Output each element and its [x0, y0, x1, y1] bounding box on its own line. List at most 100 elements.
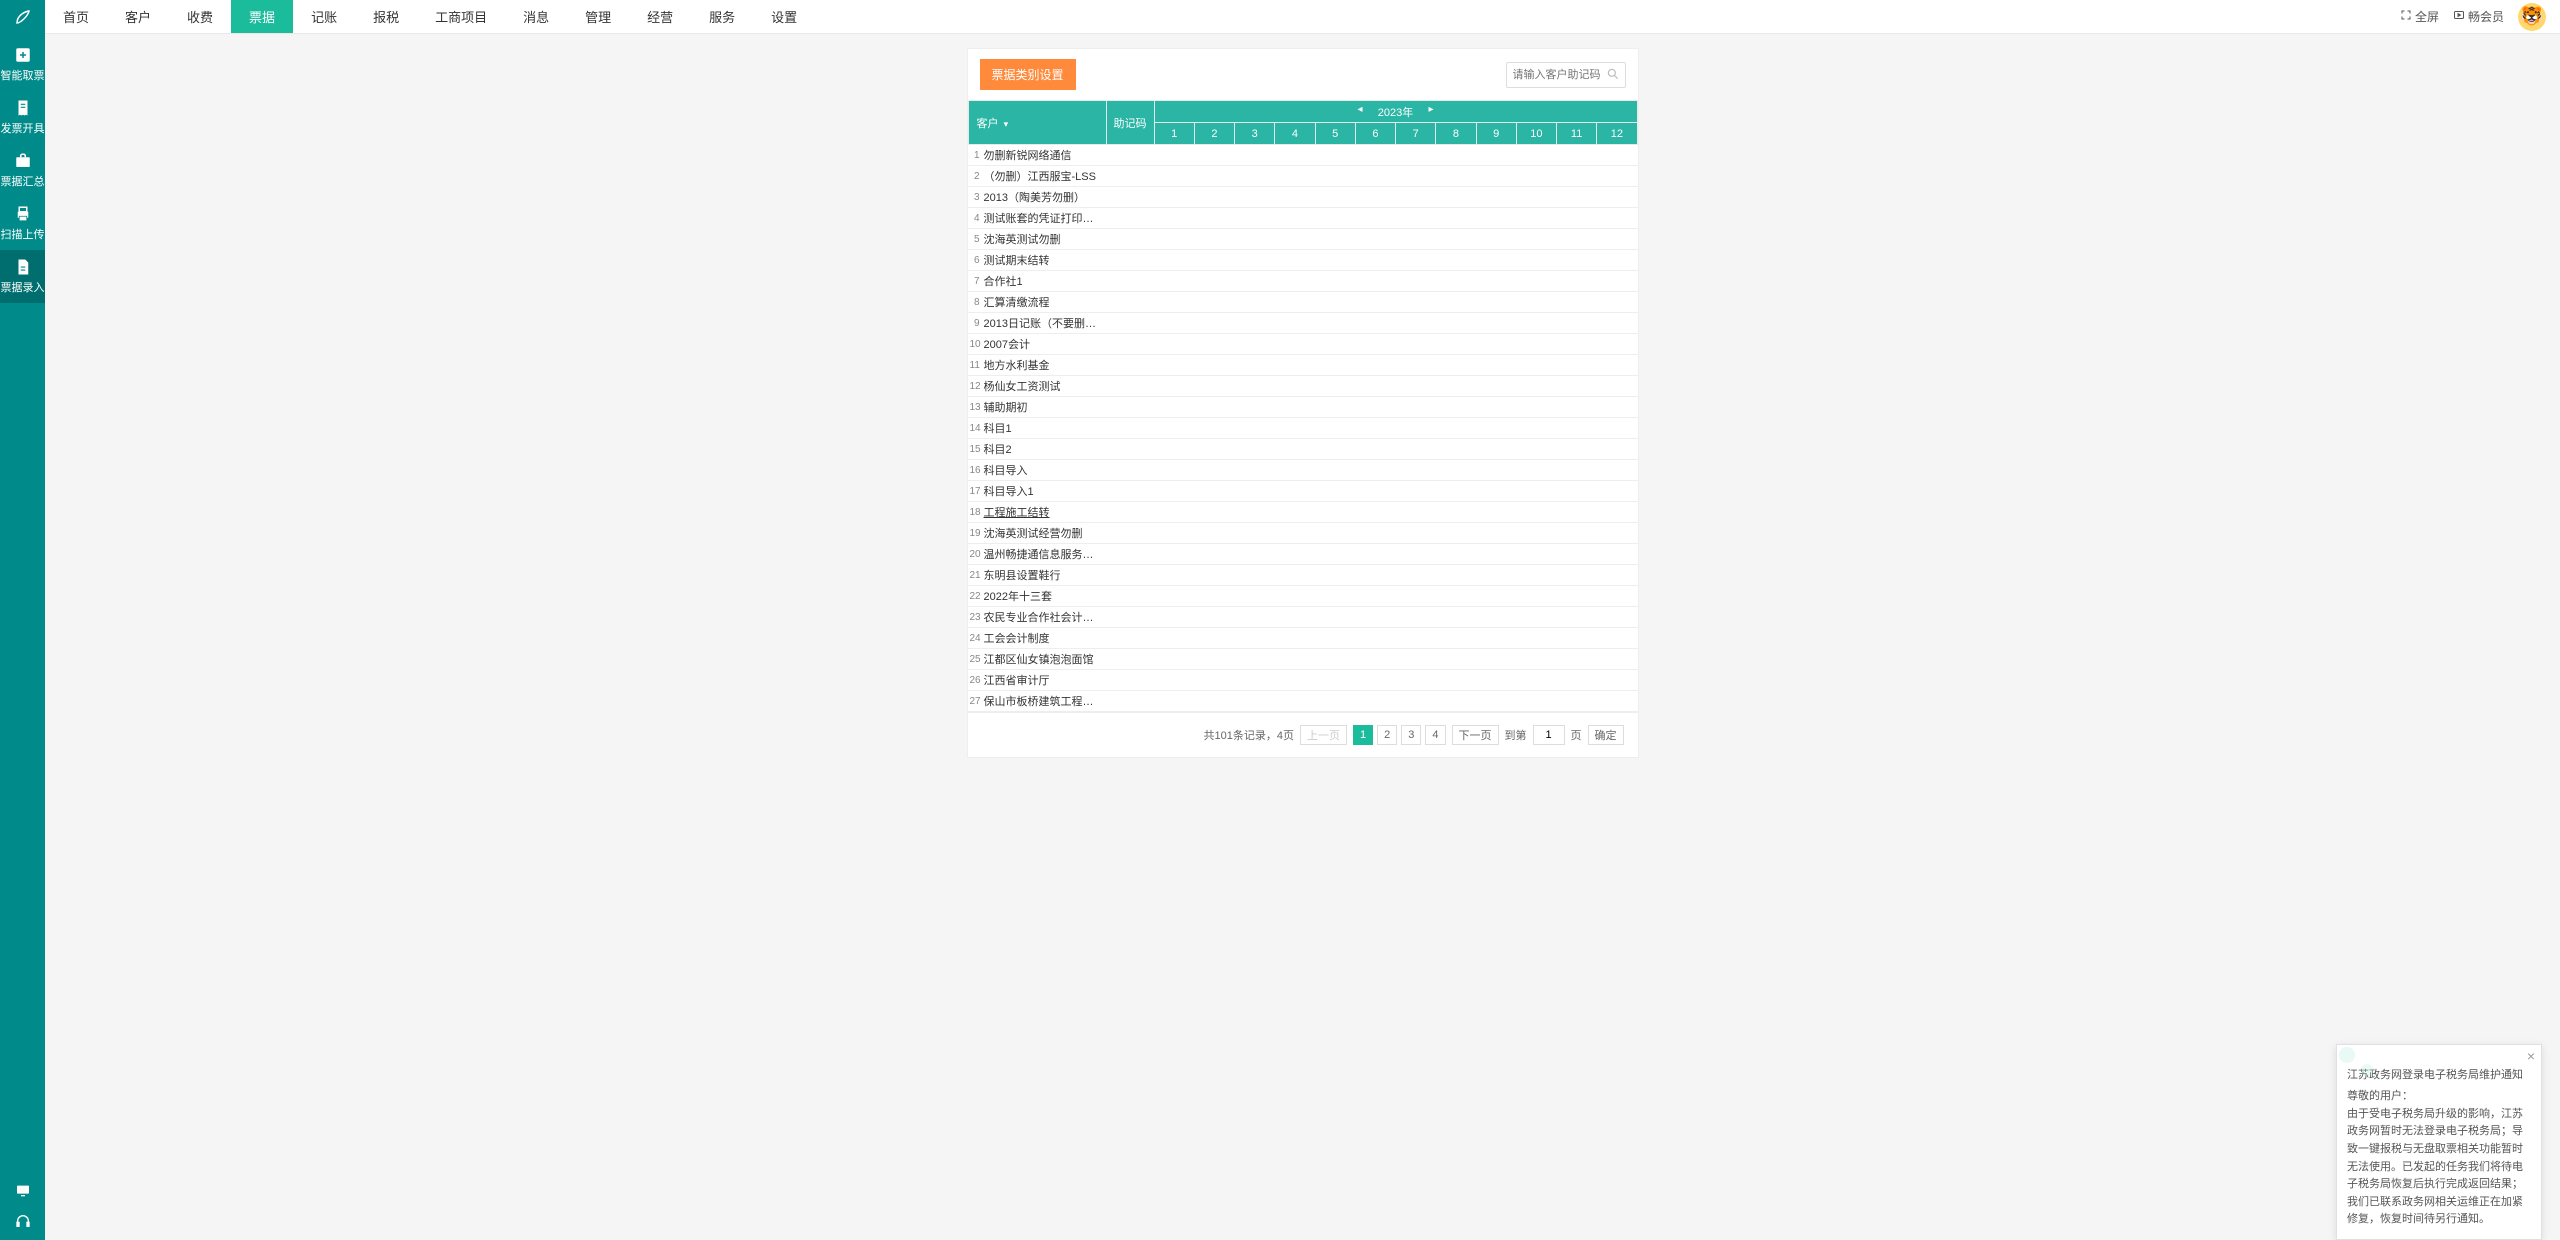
- goto-page-input[interactable]: [1533, 725, 1565, 745]
- col-month[interactable]: 10: [1516, 123, 1556, 145]
- table-body[interactable]: 1勿删新锐网络通信2（勿删）江西服宝-LSS32013（陶美芳勿删）4测试账套的…: [968, 145, 1638, 712]
- customer-link[interactable]: 测试账套的凭证打印的时候是否: [984, 213, 1102, 225]
- search-icon[interactable]: [1606, 67, 1620, 84]
- page-number-button[interactable]: 3: [1401, 725, 1421, 745]
- customer-link[interactable]: 合作社1: [984, 276, 1023, 288]
- topnav-item[interactable]: 客户: [107, 0, 169, 33]
- customer-link[interactable]: 2007会计: [984, 339, 1030, 351]
- topnav-item[interactable]: 收费: [169, 0, 231, 33]
- customer-link[interactable]: 地方水利基金: [984, 360, 1050, 372]
- customer-link[interactable]: 测试期末结转: [984, 255, 1050, 267]
- topnav-item[interactable]: 记账: [293, 0, 355, 33]
- page-number-button[interactable]: 1: [1353, 725, 1373, 745]
- col-mnemonic[interactable]: 助记码: [1106, 101, 1154, 145]
- table-row[interactable]: 222022年十三套: [968, 586, 1638, 607]
- customer-link[interactable]: 东明县设置鞋行: [984, 570, 1061, 582]
- customer-link[interactable]: 科目1: [984, 423, 1012, 435]
- col-month[interactable]: 4: [1275, 123, 1315, 145]
- logo[interactable]: [0, 0, 45, 34]
- topnav-item[interactable]: 设置: [753, 0, 815, 33]
- col-month[interactable]: 8: [1436, 123, 1476, 145]
- table-row[interactable]: 32013（陶美芳勿删）: [968, 187, 1638, 208]
- table-row[interactable]: 102007会计: [968, 334, 1638, 355]
- goto-confirm-button[interactable]: 确定: [1588, 725, 1624, 745]
- table-row[interactable]: 19沈海英测试经营勿删: [968, 523, 1638, 544]
- sidebar-item-receipt[interactable]: 发票开具: [0, 91, 45, 144]
- table-row[interactable]: 26江西省审计厅: [968, 670, 1638, 691]
- topnav-item[interactable]: 管理: [567, 0, 629, 33]
- sidebar-item-printer[interactable]: 扫描上传: [0, 197, 45, 250]
- page-number-button[interactable]: 2: [1377, 725, 1397, 745]
- col-month[interactable]: 9: [1476, 123, 1516, 145]
- table-row[interactable]: 15科目2: [968, 439, 1638, 460]
- monitor-icon[interactable]: [14, 1182, 32, 1200]
- topnav-item[interactable]: 消息: [505, 0, 567, 33]
- customer-link[interactable]: 勿删新锐网络通信: [984, 150, 1072, 162]
- page-number-button[interactable]: 4: [1425, 725, 1445, 745]
- topnav-item[interactable]: 经营: [629, 0, 691, 33]
- table-row[interactable]: 2（勿删）江西服宝-LSS: [968, 166, 1638, 187]
- topnav-item[interactable]: 服务: [691, 0, 753, 33]
- customer-link[interactable]: 农民专业合作社会计制度: [984, 612, 1102, 624]
- table-row[interactable]: 7合作社1: [968, 271, 1638, 292]
- close-icon[interactable]: ×: [2527, 1049, 2535, 1063]
- table-row[interactable]: 16科目导入: [968, 460, 1638, 481]
- customer-link[interactable]: 温州畅捷通信息服务有限公司: [984, 549, 1102, 561]
- table-row[interactable]: 11地方水利基金: [968, 355, 1638, 376]
- avatar[interactable]: 🐯: [2518, 3, 2546, 31]
- sidebar-item-plus-square[interactable]: 智能取票: [0, 38, 45, 91]
- table-row[interactable]: 8汇算清缴流程: [968, 292, 1638, 313]
- member-button[interactable]: 畅会员: [2453, 8, 2504, 25]
- customer-link[interactable]: 江都区仙女镇泡泡面馆: [984, 654, 1094, 666]
- prev-page-button[interactable]: 上一页: [1300, 725, 1347, 745]
- col-month[interactable]: 3: [1235, 123, 1275, 145]
- sidebar-item-file-edit[interactable]: 票据录入: [0, 250, 45, 303]
- customer-link[interactable]: 工会会计制度: [984, 633, 1050, 645]
- customer-link[interactable]: 科目导入1: [984, 486, 1034, 498]
- topnav-item[interactable]: 工商项目: [417, 0, 505, 33]
- customer-link[interactable]: 汇算清缴流程: [984, 297, 1050, 309]
- customer-link[interactable]: 科目2: [984, 444, 1012, 456]
- customer-link[interactable]: 保山市板桥建筑工程有限责任...: [984, 696, 1102, 708]
- year-prev-button[interactable]: ◂: [1358, 104, 1363, 115]
- customer-link[interactable]: 沈海英测试经营勿删: [984, 528, 1083, 540]
- table-row[interactable]: 23农民专业合作社会计制度: [968, 607, 1638, 628]
- table-row[interactable]: 5沈海英测试勿删: [968, 229, 1638, 250]
- col-month[interactable]: 5: [1315, 123, 1355, 145]
- customer-link[interactable]: （勿删）江西服宝-LSS: [984, 171, 1096, 183]
- category-settings-button[interactable]: 票据类别设置: [980, 59, 1076, 90]
- table-row[interactable]: 24工会会计制度: [968, 628, 1638, 649]
- headset-icon[interactable]: [14, 1212, 32, 1230]
- col-month[interactable]: 2: [1194, 123, 1234, 145]
- col-month[interactable]: 12: [1597, 123, 1637, 145]
- next-page-button[interactable]: 下一页: [1452, 725, 1499, 745]
- col-month[interactable]: 1: [1154, 123, 1194, 145]
- table-row[interactable]: 21东明县设置鞋行: [968, 565, 1638, 586]
- col-month[interactable]: 6: [1355, 123, 1395, 145]
- table-row[interactable]: 13辅助期初: [968, 397, 1638, 418]
- sidebar-item-briefcase[interactable]: 票据汇总: [0, 144, 45, 197]
- customer-link[interactable]: 沈海英测试勿删: [984, 234, 1061, 246]
- customer-link[interactable]: 江西省审计厅: [984, 675, 1050, 687]
- customer-link[interactable]: 2022年十三套: [984, 591, 1052, 603]
- table-row[interactable]: 17科目导入1: [968, 481, 1638, 502]
- table-row[interactable]: 12杨仙女工资测试: [968, 376, 1638, 397]
- table-row[interactable]: 1勿删新锐网络通信: [968, 145, 1638, 166]
- year-next-button[interactable]: ▸: [1428, 104, 1433, 115]
- table-row[interactable]: 92013日记账（不要删除哈，谢...: [968, 313, 1638, 334]
- col-month[interactable]: 7: [1396, 123, 1436, 145]
- customer-link[interactable]: 科目导入: [984, 465, 1028, 477]
- table-row[interactable]: 14科目1: [968, 418, 1638, 439]
- table-row[interactable]: 25江都区仙女镇泡泡面馆: [968, 649, 1638, 670]
- topnav-item[interactable]: 报税: [355, 0, 417, 33]
- col-month[interactable]: 11: [1557, 123, 1597, 145]
- customer-link[interactable]: 2013（陶美芳勿删）: [984, 192, 1085, 204]
- topnav-item[interactable]: 首页: [45, 0, 107, 33]
- topnav-item[interactable]: 票据: [231, 0, 293, 33]
- fullscreen-button[interactable]: 全屏: [2400, 8, 2439, 25]
- table-row[interactable]: 4测试账套的凭证打印的时候是否: [968, 208, 1638, 229]
- customer-link[interactable]: 工程施工结转: [984, 507, 1050, 519]
- customer-link[interactable]: 2013日记账（不要删除哈，谢...: [984, 318, 1102, 330]
- col-customer[interactable]: 客户 ▾: [968, 101, 1106, 145]
- table-row[interactable]: 18工程施工结转: [968, 502, 1638, 523]
